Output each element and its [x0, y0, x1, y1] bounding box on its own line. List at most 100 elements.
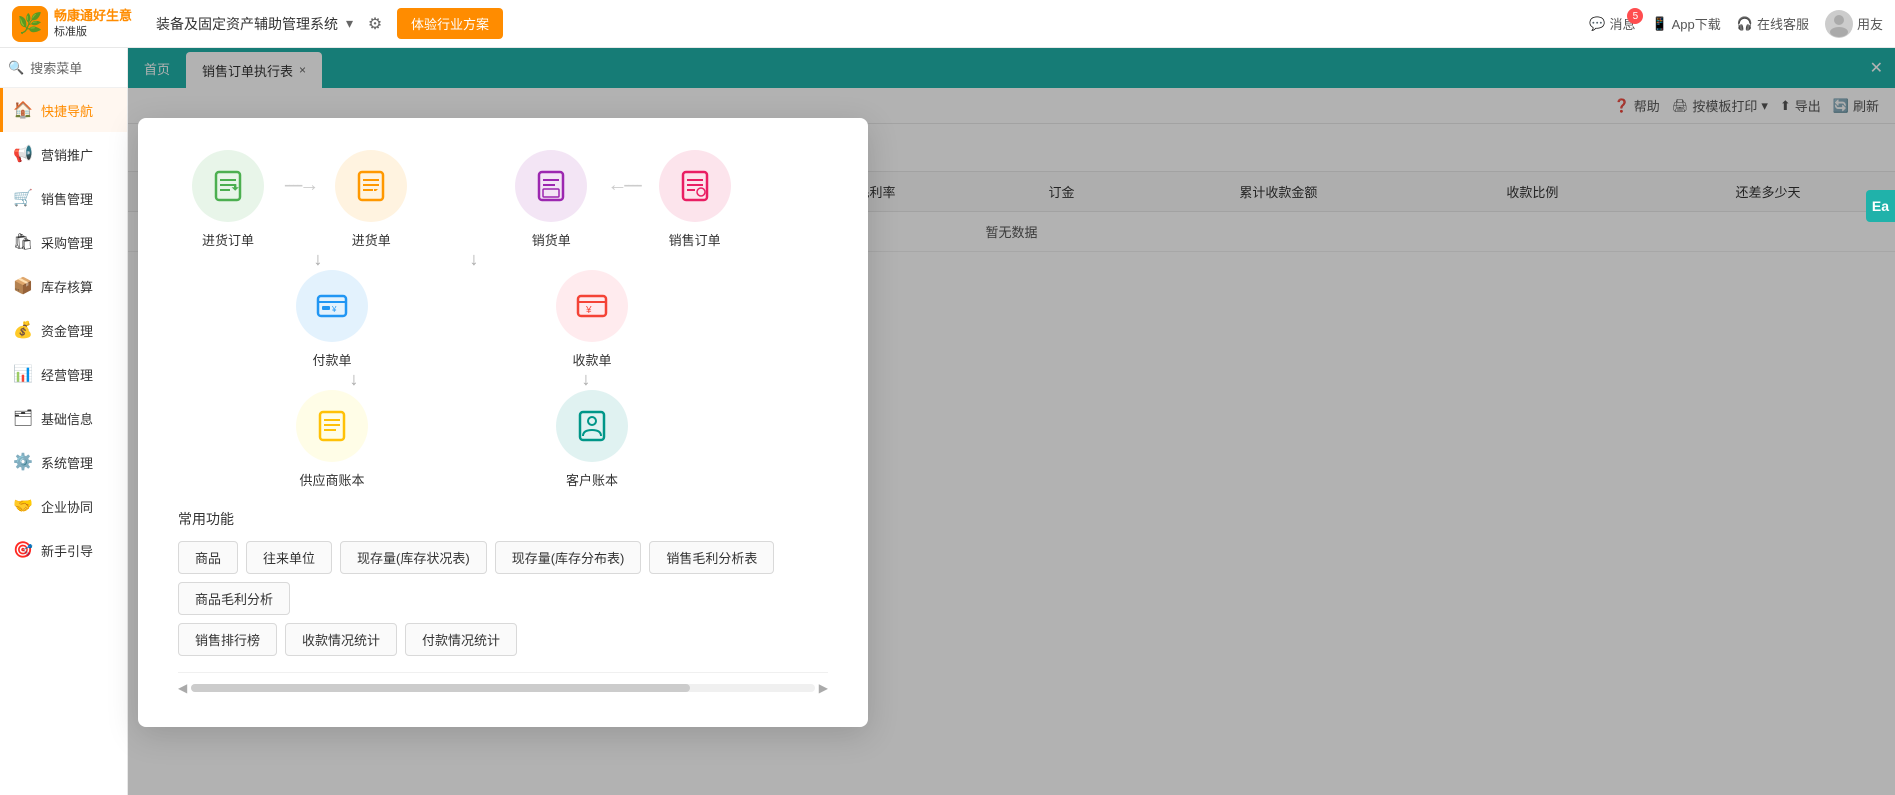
flow-node-purchase-order: 进货订单 [178, 150, 278, 249]
sidebar-item-purchase[interactable]: 🛍 采购管理 [0, 220, 127, 264]
inventory-icon: 📦 [13, 276, 33, 296]
message-btn[interactable]: 💬 消息 5 [1589, 14, 1635, 33]
sidebar-item-label-purchase: 采购管理 [41, 233, 93, 252]
func-btn-sales-rank[interactable]: 销售排行榜 [178, 623, 277, 656]
sidebar-item-quick-nav[interactable]: 🏠 快捷导航 [0, 88, 127, 132]
app-download-btn[interactable]: 📱 App下载 [1651, 14, 1720, 33]
modal-overlay[interactable]: 进货订单 - - - -→ 进货单 [128, 48, 1895, 795]
sidebar-item-label-marketing: 营销推广 [41, 145, 93, 164]
online-service-label: 在线客服 [1757, 14, 1809, 33]
avatar [1825, 10, 1853, 38]
online-service-btn[interactable]: 🎧 在线客服 [1737, 14, 1809, 33]
sidebar-item-label-sales: 销售管理 [41, 189, 93, 208]
func-btn-partner[interactable]: 往来单位 [246, 541, 332, 574]
sidebar-item-label-inventory: 库存核算 [41, 277, 93, 296]
receipt-label: 收款单 [572, 350, 611, 369]
scroll-thumb [191, 684, 690, 692]
service-icon: 🎧 [1737, 16, 1753, 32]
sidebar-item-finance[interactable]: 💰 资金管理 [0, 308, 127, 352]
common-functions: 常用功能 商品 往来单位 现存量(库存状况表) 现存量(库存分布表) 销售毛利分… [178, 509, 828, 656]
sidebar-item-label-finance: 资金管理 [41, 321, 93, 340]
system-name-text: 装备及固定资产辅助管理系统 [156, 14, 338, 34]
scroll-left-btn[interactable]: ◀ [178, 681, 187, 695]
sidebar-item-enterprise[interactable]: 🤝 企业协同 [0, 484, 127, 528]
system-dropdown-icon[interactable]: ▾ [346, 15, 353, 32]
system-icon: ⚙️ [13, 452, 33, 472]
purchase-icon: 🛍 [13, 232, 33, 252]
sidebar-item-sales[interactable]: 🛒 销售管理 [0, 176, 127, 220]
main-area: 🔍 搜索菜单 🏠 快捷导航 📢 营销推广 🛒 销售管理 🛍 [0, 48, 1895, 795]
logo-area: 🌿 畅康通好生意 标准版 [12, 6, 140, 42]
scroll-right-btn[interactable]: ▶ [819, 681, 828, 695]
flow-node-purchase-bill: 进货单 [321, 150, 421, 249]
top-right: 💬 消息 5 📱 App下载 🎧 在线客服 用友 [1589, 10, 1883, 38]
flow-row-2: ¥ 付款单 ¥ 收款单 [178, 270, 828, 369]
sidebar-item-newbie[interactable]: 🎯 新手引导 [0, 528, 127, 572]
quick-nav-icon: 🏠 [13, 100, 33, 120]
logo-icon: 🌿 [12, 6, 48, 42]
search-icon: 🔍 [8, 60, 24, 76]
user-area[interactable]: 用友 [1825, 10, 1883, 38]
ea-badge: Ea [1866, 190, 1895, 222]
customer-account-circle[interactable] [556, 390, 628, 462]
purchase-bill-circle[interactable] [335, 150, 407, 222]
enterprise-icon: 🤝 [13, 496, 33, 516]
sales-bill-circle[interactable] [515, 150, 587, 222]
receipt-circle[interactable]: ¥ [556, 270, 628, 342]
payment-label: 付款单 [312, 350, 351, 369]
scroll-track[interactable] [191, 684, 815, 692]
flow-node-supplier-account: 供应商账本 [282, 390, 382, 489]
flow-row-top-right: 销货单 ←- - - - 销售订单 [501, 150, 744, 249]
common-func-title: 常用功能 [178, 509, 828, 529]
customer-account-label: 客户账本 [566, 470, 618, 489]
flow-node-payment: ¥ 付款单 [282, 270, 382, 369]
flow-node-receipt: ¥ 收款单 [542, 270, 642, 369]
flow-node-sales-bill: 销货单 [501, 150, 601, 249]
func-btn-goods[interactable]: 商品 [178, 541, 238, 574]
operations-icon: 📊 [13, 364, 33, 384]
trial-button[interactable]: 体验行业方案 [397, 8, 503, 39]
system-name-area: 装备及固定资产辅助管理系统 ▾ ⚙ 体验行业方案 [140, 8, 1589, 39]
purchase-order-circle[interactable] [192, 150, 264, 222]
purchase-order-label: 进货订单 [202, 230, 254, 249]
modal-scrollbar: ◀ ▶ [178, 672, 828, 695]
func-btn-stock-dist[interactable]: 现存量(库存分布表) [495, 541, 642, 574]
sales-icon: 🛒 [13, 188, 33, 208]
sidebar-item-operations[interactable]: 📊 经营管理 [0, 352, 127, 396]
sidebar-item-base-info[interactable]: 🗂 基础信息 [0, 396, 127, 440]
phone-icon: 📱 [1651, 16, 1667, 32]
logo-line2: 标准版 [54, 25, 132, 39]
logo-line1: 畅康通好生意 [54, 8, 132, 25]
sidebar-item-inventory[interactable]: 📦 库存核算 [0, 264, 127, 308]
message-icon: 💬 [1589, 16, 1605, 32]
sidebar-item-system[interactable]: ⚙️ 系统管理 [0, 440, 127, 484]
sidebar-item-label-enterprise: 企业协同 [41, 497, 93, 516]
svg-text:¥: ¥ [331, 305, 337, 314]
sidebar-item-label-quick-nav: 快捷导航 [41, 101, 93, 120]
func-btn-goods-profit[interactable]: 商品毛利分析 [178, 582, 290, 615]
supplier-account-circle[interactable] [296, 390, 368, 462]
sidebar-item-label-operations: 经营管理 [41, 365, 93, 384]
sidebar-item-marketing[interactable]: 📢 营销推广 [0, 132, 127, 176]
sidebar: 🔍 搜索菜单 🏠 快捷导航 📢 营销推广 🛒 销售管理 🛍 [0, 48, 128, 795]
modal-box: 进货订单 - - - -→ 进货单 [138, 118, 868, 727]
settings-icon[interactable]: ⚙ [361, 10, 389, 38]
func-btn-sales-profit[interactable]: 销售毛利分析表 [649, 541, 774, 574]
logo-text: 畅康通好生意 标准版 [54, 8, 132, 39]
flow-row-top-left: 进货订单 - - - -→ 进货单 [178, 150, 421, 249]
sales-order-label: 销售订单 [669, 230, 721, 249]
func-btn-stock-status[interactable]: 现存量(库存状况表) [340, 541, 487, 574]
top-bar: 🌿 畅康通好生意 标准版 装备及固定资产辅助管理系统 ▾ ⚙ 体验行业方案 💬 … [0, 0, 1895, 48]
func-buttons-row2: 销售排行榜 收款情况统计 付款情况统计 [178, 623, 828, 656]
sidebar-item-label-system: 系统管理 [41, 453, 93, 472]
flow-node-customer-account: 客户账本 [542, 390, 642, 489]
func-btn-payment-stats[interactable]: 付款情况统计 [405, 623, 517, 656]
payment-circle[interactable]: ¥ [296, 270, 368, 342]
func-btn-receipt-stats[interactable]: 收款情况统计 [285, 623, 397, 656]
purchase-bill-label: 进货单 [352, 230, 391, 249]
sidebar-search[interactable]: 🔍 搜索菜单 [0, 48, 127, 88]
flow-node-sales-order: 销售订单 [645, 150, 745, 249]
flow-arrows-down-row1: ↓ ↓ [178, 249, 828, 270]
sales-order-circle[interactable] [659, 150, 731, 222]
sidebar-menu: 🏠 快捷导航 📢 营销推广 🛒 销售管理 🛍 采购管理 📦 库存核 [0, 88, 127, 795]
